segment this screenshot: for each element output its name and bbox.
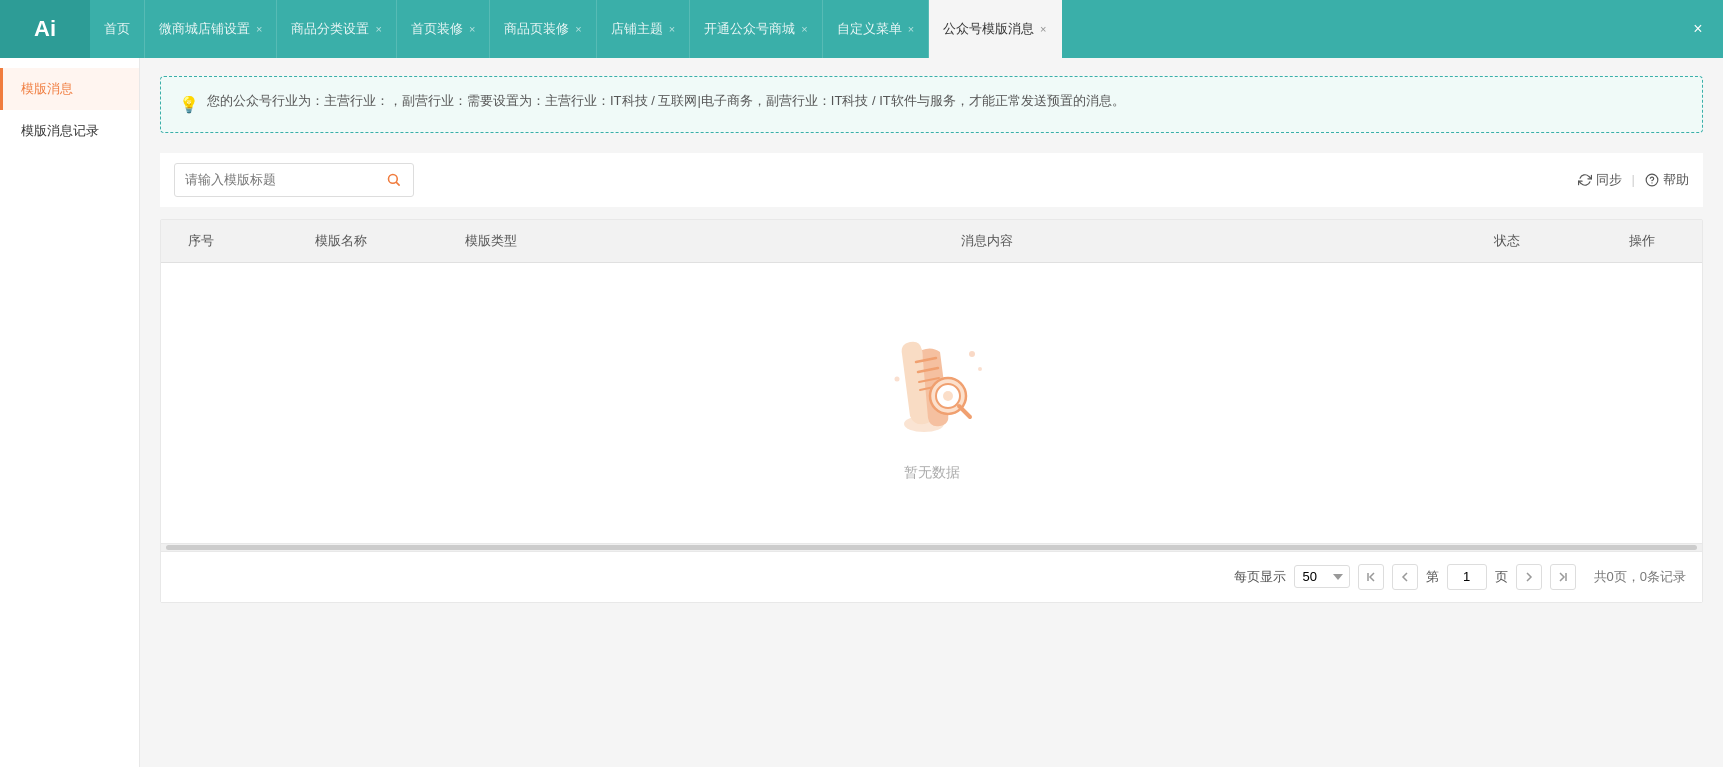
- page-label-after: 页: [1495, 568, 1508, 586]
- notice-icon: 💡: [179, 92, 199, 118]
- tab-close-icon[interactable]: ×: [1040, 23, 1046, 35]
- notice-box: 💡 您的公众号行业为：主营行业：，副营行业：需要设置为：主营行业：IT科技 / …: [160, 76, 1703, 133]
- tab-label: 公众号模版消息: [943, 20, 1034, 38]
- empty-icon: [872, 324, 992, 444]
- tab-product-cat[interactable]: 商品分类设置 ×: [277, 0, 396, 58]
- sidebar-item-template-msg[interactable]: 模版消息: [0, 68, 139, 110]
- page-label-before: 第: [1426, 568, 1439, 586]
- sync-label: 同步: [1596, 171, 1622, 189]
- empty-state: 暂无数据: [161, 263, 1702, 543]
- total-info: 共0页，0条记录: [1594, 568, 1686, 586]
- table-header-type: 模版类型: [441, 220, 541, 262]
- content-area: 💡 您的公众号行业为：主营行业：，副营行业：需要设置为：主营行业：IT科技 / …: [140, 58, 1723, 767]
- sidebar-item-template-log[interactable]: 模版消息记录: [0, 110, 139, 152]
- tab-close-icon[interactable]: ×: [908, 23, 914, 35]
- search-row: 同步 | 帮助: [160, 153, 1703, 207]
- svg-point-13: [969, 351, 975, 357]
- tab-label: 首页装修: [411, 20, 463, 38]
- svg-point-15: [894, 376, 899, 381]
- next-page-button[interactable]: [1516, 564, 1542, 590]
- help-button[interactable]: 帮助: [1645, 171, 1689, 189]
- tab-label: 店铺主题: [611, 20, 663, 38]
- per-page-label: 每页显示: [1234, 568, 1286, 586]
- pagination: 每页显示 102050100 第 页 共0页，0条记录: [161, 551, 1702, 602]
- table-header-seq: 序号: [161, 220, 241, 262]
- svg-line-11: [959, 406, 970, 417]
- main-layout: 模版消息模版消息记录 💡 您的公众号行业为：主营行业：，副营行业：需要设置为：主…: [0, 58, 1723, 767]
- per-page-select[interactable]: 102050100: [1294, 565, 1350, 588]
- help-label: 帮助: [1663, 171, 1689, 189]
- tab-home-decor[interactable]: 首页装修 ×: [397, 0, 490, 58]
- tab-label: 自定义菜单: [837, 20, 902, 38]
- scroll-bar[interactable]: [161, 543, 1702, 551]
- search-input-wrap: [174, 163, 414, 197]
- table-header-action: 操作: [1582, 220, 1702, 262]
- tab-close-icon[interactable]: ×: [469, 23, 475, 35]
- tab-close-icon[interactable]: ×: [256, 23, 262, 35]
- tab-home[interactable]: 首页: [90, 0, 145, 58]
- tab-close-icon[interactable]: ×: [801, 23, 807, 35]
- table-header: 序号模版名称模版类型消息内容状态操作: [161, 220, 1702, 263]
- table-header-content: 消息内容: [541, 220, 1432, 262]
- tab-close-icon[interactable]: ×: [669, 23, 675, 35]
- last-page-button[interactable]: [1550, 564, 1576, 590]
- prev-page-button[interactable]: [1392, 564, 1418, 590]
- tab-label: 首页: [104, 20, 130, 38]
- empty-text: 暂无数据: [904, 464, 960, 482]
- search-button[interactable]: [375, 164, 411, 196]
- toolbar-divider: |: [1632, 172, 1635, 187]
- tab-shop-theme[interactable]: 店铺主题 ×: [597, 0, 690, 58]
- top-nav: Ai 首页微商城店铺设置×商品分类设置×首页装修×商品页装修×店铺主题×开通公众…: [0, 0, 1723, 58]
- svg-point-14: [978, 367, 982, 371]
- search-input[interactable]: [175, 166, 375, 193]
- tab-label: 商品分类设置: [291, 20, 369, 38]
- tab-micro-shop[interactable]: 微商城店铺设置 ×: [145, 0, 277, 58]
- sidebar: 模版消息模版消息记录: [0, 58, 140, 767]
- scroll-thumb: [166, 545, 1697, 550]
- notice-text: 您的公众号行业为：主营行业：，副营行业：需要设置为：主营行业：IT科技 / 互联…: [207, 91, 1125, 112]
- svg-line-1: [396, 183, 399, 186]
- table-header-status: 状态: [1432, 220, 1582, 262]
- table-header-name: 模版名称: [241, 220, 441, 262]
- tab-close-icon[interactable]: ×: [575, 23, 581, 35]
- global-close-button[interactable]: ×: [1673, 0, 1723, 58]
- tab-product-decor[interactable]: 商品页装修 ×: [490, 0, 596, 58]
- tab-open-mall[interactable]: 开通公众号商城 ×: [690, 0, 822, 58]
- first-page-button[interactable]: [1358, 564, 1384, 590]
- tab-template-msg[interactable]: 公众号模版消息 ×: [929, 0, 1061, 58]
- page-input[interactable]: [1447, 564, 1487, 590]
- tab-label: 开通公众号商城: [704, 20, 795, 38]
- tab-label: 微商城店铺设置: [159, 20, 250, 38]
- data-table: 序号模版名称模版类型消息内容状态操作: [160, 219, 1703, 603]
- app-logo: Ai: [0, 0, 90, 58]
- nav-tabs: 首页微商城店铺设置×商品分类设置×首页装修×商品页装修×店铺主题×开通公众号商城…: [90, 0, 1673, 58]
- svg-point-12: [943, 391, 953, 401]
- toolbar-right: 同步 | 帮助: [1578, 171, 1689, 189]
- tab-custom-menu[interactable]: 自定义菜单 ×: [823, 0, 929, 58]
- tab-label: 商品页装修: [504, 20, 569, 38]
- sync-button[interactable]: 同步: [1578, 171, 1622, 189]
- tab-close-icon[interactable]: ×: [375, 23, 381, 35]
